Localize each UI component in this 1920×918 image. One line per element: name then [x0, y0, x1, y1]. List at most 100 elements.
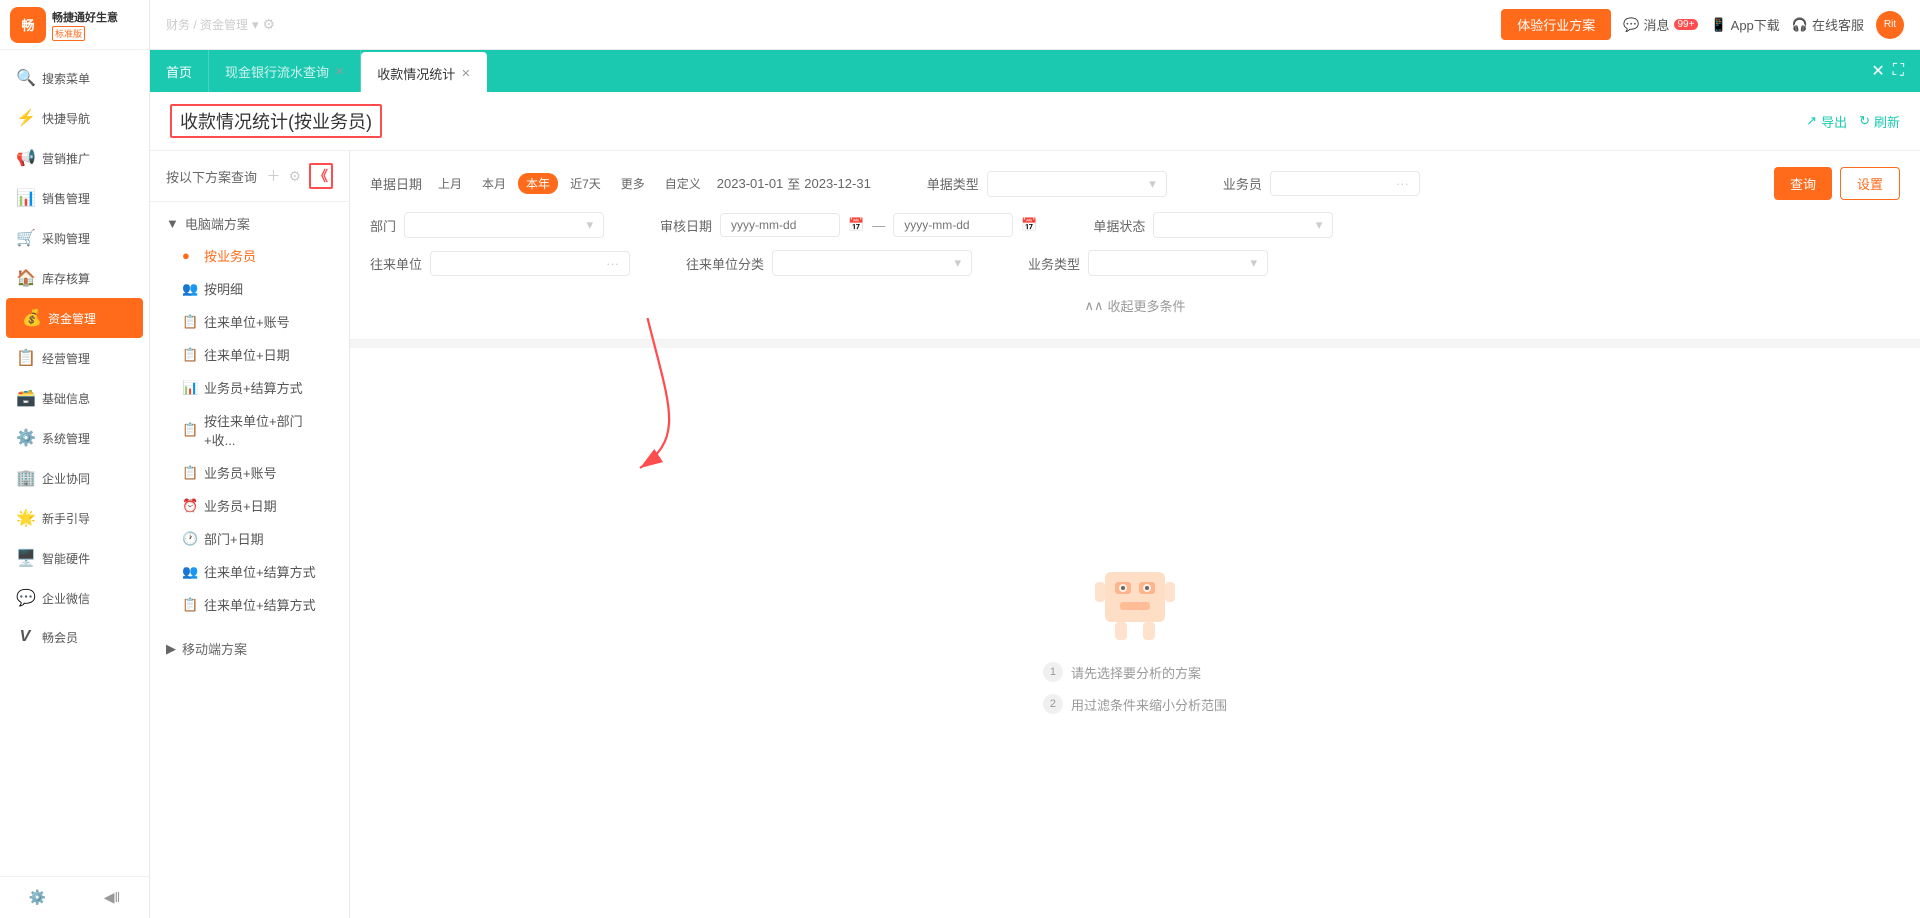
scheme-item-label: 部门+日期: [204, 529, 264, 548]
scheme-item-source-payment1[interactable]: 👥 往来单位+结算方式: [150, 555, 349, 588]
setting-btn[interactable]: 设置: [1840, 167, 1900, 200]
sidebar-item-enterprise[interactable]: 🏢 企业协同: [0, 458, 149, 498]
sidebar-item-hardware[interactable]: 🖥️ 智能硬件: [0, 538, 149, 578]
query-btn[interactable]: 查询: [1774, 167, 1832, 200]
salesman-label: 业务员: [1223, 174, 1262, 193]
scheme-item-label: 按业务员: [204, 246, 256, 265]
scheme-item-salesman-payment[interactable]: 📊 业务员+结算方式: [150, 371, 349, 404]
source-select[interactable]: ···: [430, 251, 630, 276]
date-tab-custom[interactable]: 自定义: [657, 173, 709, 194]
tab-receipts-close[interactable]: ✕: [461, 67, 470, 80]
dept-filter: 部门 ▾: [370, 212, 604, 238]
sidebar-item-basic[interactable]: 🗃️ 基础信息: [0, 378, 149, 418]
settings-button[interactable]: ⚙️: [21, 885, 54, 910]
date-tab-last-month[interactable]: 上月: [430, 173, 470, 194]
scheme-item-source-payment2[interactable]: 📋 往来单位+结算方式: [150, 588, 349, 621]
sidebar-item-label: 系统管理: [42, 430, 90, 447]
audit-start-input[interactable]: [720, 213, 840, 237]
maximize-btn[interactable]: ⛶: [1893, 62, 1904, 80]
tab-bank[interactable]: 现金银行流水查询 ✕: [209, 50, 361, 92]
sidebar-item-label: 智能硬件: [42, 550, 90, 567]
date-tab-this-month[interactable]: 本月: [474, 173, 514, 194]
filter-row-2: 部门 ▾ 审核日期 📅 — 📅: [370, 212, 1900, 238]
sidebar-item-guide[interactable]: 🌟 新手引导: [0, 498, 149, 538]
sidebar-item-finance[interactable]: 💰 资金管理: [6, 298, 143, 338]
collapse-filter-btn[interactable]: ∧∧ 收起更多条件: [370, 288, 1900, 323]
scheme-item-label: 往来单位+结算方式: [204, 595, 316, 614]
sidebar-item-label: 库存核算: [42, 270, 90, 287]
online-service-btn[interactable]: 🎧 在线客服: [1792, 15, 1864, 34]
refresh-btn[interactable]: ↻ 刷新: [1859, 112, 1900, 131]
export-btn[interactable]: ↗ 导出: [1806, 112, 1847, 131]
sidebar-item-wechat[interactable]: 💬 企业微信: [0, 578, 149, 618]
source-category-select[interactable]: ▾: [772, 250, 972, 276]
sidebar-item-member[interactable]: V 畅会员: [0, 618, 149, 656]
salesman-scheme-icon: ●: [182, 248, 198, 263]
tab-bank-close[interactable]: ✕: [335, 65, 344, 78]
mobile-scheme-header[interactable]: ▶ 移动端方案: [150, 633, 349, 664]
empty-illustration: [1085, 552, 1185, 642]
purchase-icon: 🛒: [16, 228, 34, 248]
scheme-item-salesman-date[interactable]: ⏰ 业务员+日期: [150, 489, 349, 522]
scheme-item-by-detail[interactable]: 👥 按明细: [150, 272, 349, 305]
type-label: 单据类型: [927, 174, 979, 193]
sidebar-item-label: 采购管理: [42, 230, 90, 247]
tab-home[interactable]: 首页: [150, 50, 209, 92]
date-range: 2023-01-01 至 2023-12-31: [717, 174, 871, 193]
type-select[interactable]: ▾: [987, 171, 1167, 197]
scheme-item-source-date[interactable]: 📋 往来单位+日期: [150, 338, 349, 371]
settings-gear-icon[interactable]: ⚙: [263, 16, 276, 33]
topbar: 财务 / 资金管理 ▾ ⚙ 体验行业方案 💬 消息 99+ 📱 App下载 🎧 …: [150, 0, 1920, 50]
collapse-panel-icon[interactable]: 《: [309, 163, 333, 189]
app-download-btn[interactable]: 📱 App下载: [1710, 15, 1779, 34]
settings-scheme-icon[interactable]: ⚙: [288, 168, 301, 185]
sidebar-item-operation[interactable]: 📋 经营管理: [0, 338, 149, 378]
date-tab-last7[interactable]: 近7天: [562, 173, 609, 194]
scheme-item-salesman-account[interactable]: 📋 业务员+账号: [150, 456, 349, 489]
scheme-item-label: 往来单位+账号: [204, 312, 290, 331]
scheme-item-label: 业务员+账号: [204, 463, 277, 482]
sidebar-item-marketing[interactable]: 📢 营销推广: [0, 138, 149, 178]
sidebar-item-label: 快捷导航: [42, 110, 90, 127]
online-service-label: 在线客服: [1812, 15, 1864, 34]
scheme-item-by-salesman[interactable]: ● 按业务员: [150, 239, 349, 272]
tab-receipts[interactable]: 收款情况统计 ✕: [361, 52, 487, 94]
industry-btn[interactable]: 体验行业方案: [1501, 9, 1611, 40]
status-select[interactable]: ▾: [1153, 212, 1333, 238]
scheme-item-dept-date[interactable]: 🕐 部门+日期: [150, 522, 349, 555]
dropdown-arrow-icon[interactable]: ▾: [252, 17, 259, 33]
guide-icon: 🌟: [16, 508, 34, 528]
calendar-icon-start[interactable]: 📅: [848, 217, 864, 233]
status-filter: 单据状态 ▾: [1093, 212, 1333, 238]
audit-end-input[interactable]: [893, 213, 1013, 237]
source-dept-icon: 📋: [182, 422, 198, 438]
date-tab-more[interactable]: 更多: [613, 173, 653, 194]
source-category-dropdown-icon: ▾: [955, 255, 962, 271]
step-1-text: 请先选择要分析的方案: [1071, 663, 1201, 682]
add-scheme-icon[interactable]: ＋: [266, 166, 280, 186]
sidebar-item-system[interactable]: ⚙️ 系统管理: [0, 418, 149, 458]
close-window-btn[interactable]: ✕: [1871, 61, 1884, 81]
message-btn[interactable]: 💬 消息 99+: [1623, 15, 1698, 34]
sidebar-item-inventory[interactable]: 🏠 库存核算: [0, 258, 149, 298]
business-type-select[interactable]: ▾: [1088, 250, 1268, 276]
desktop-scheme-header[interactable]: ▼ 电脑端方案: [150, 208, 349, 239]
user-avatar[interactable]: Rit: [1876, 11, 1904, 39]
sidebar-item-label: 畅会员: [42, 629, 78, 646]
sidebar-item-label: 企业协同: [42, 470, 90, 487]
date-tab-this-year[interactable]: 本年: [518, 173, 558, 194]
dept-select[interactable]: ▾: [404, 212, 604, 238]
filter-row-3: 往来单位 ··· 往来单位分类 ▾: [370, 250, 1900, 276]
sidebar-item-quick[interactable]: ⚡ 快捷导航: [0, 98, 149, 138]
sidebar-item-purchase[interactable]: 🛒 采购管理: [0, 218, 149, 258]
scheme-item-source-dept[interactable]: 📋 按往来单位+部门+收...: [150, 404, 349, 456]
scheme-item-label: 往来单位+结算方式: [204, 562, 316, 581]
salesman-select[interactable]: ···: [1270, 171, 1420, 196]
sidebar-item-search[interactable]: 🔍 搜索菜单: [0, 58, 149, 98]
scheme-item-label: 业务员+结算方式: [204, 378, 303, 397]
collapse-sidebar-button[interactable]: ◀‖: [96, 885, 129, 910]
step-num-1: 1: [1043, 662, 1063, 682]
scheme-item-source-account[interactable]: 📋 往来单位+账号: [150, 305, 349, 338]
sidebar-item-sales[interactable]: 📊 销售管理: [0, 178, 149, 218]
calendar-icon-end[interactable]: 📅: [1021, 217, 1037, 233]
